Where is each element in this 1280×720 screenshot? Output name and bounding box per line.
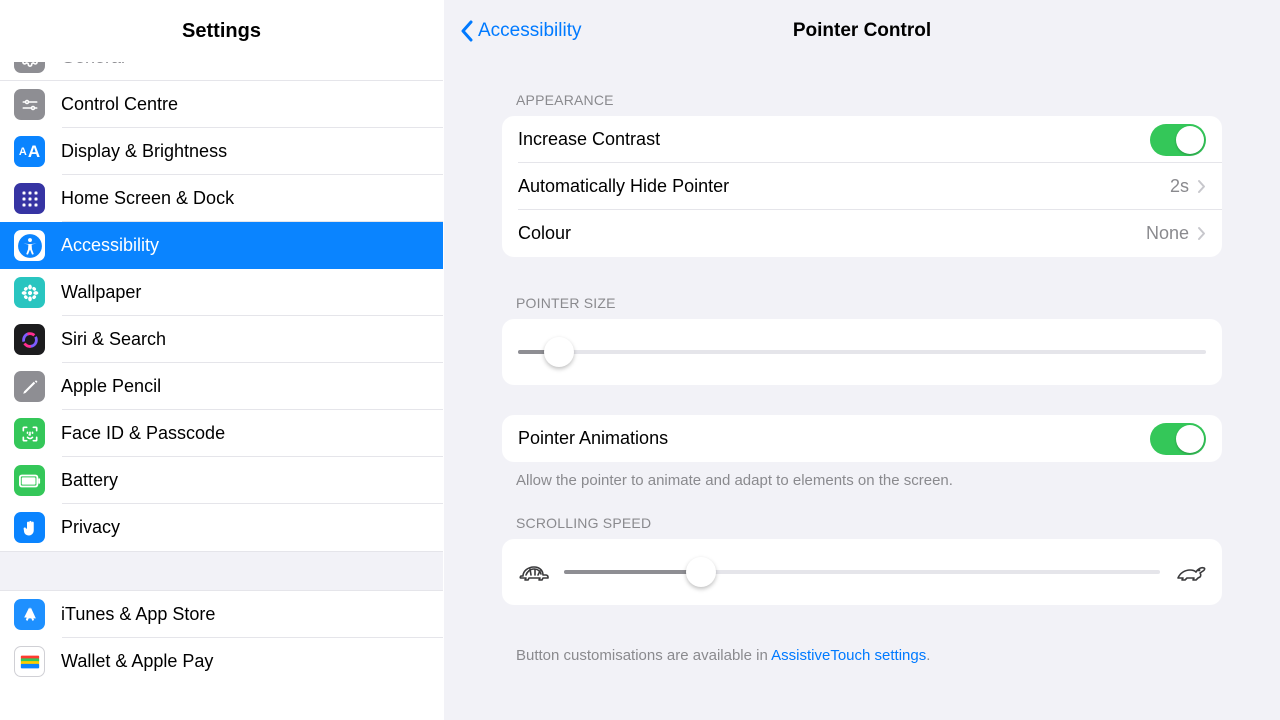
- sidebar-item-siri[interactable]: Siri & Search: [0, 316, 443, 363]
- sidebar-item-label: Wallet & Apple Pay: [61, 651, 213, 672]
- assistivetouch-footer: Button customisations are available in A…: [444, 605, 1280, 664]
- hand-icon: [14, 512, 45, 543]
- sidebar-item-label: Privacy: [61, 517, 120, 538]
- sidebar-item-label: Home Screen & Dock: [61, 188, 234, 209]
- section-header-pointer-size: POINTER SIZE: [444, 257, 1280, 319]
- row-auto-hide[interactable]: Automatically Hide Pointer 2s: [502, 163, 1222, 210]
- siri-icon: [14, 324, 45, 355]
- pointer-size-slider-card: [502, 319, 1222, 385]
- sidebar-item-battery[interactable]: Battery: [0, 457, 443, 504]
- row-colour[interactable]: Colour None: [502, 210, 1222, 257]
- row-value: 2s: [1170, 176, 1189, 197]
- accessibility-icon: [14, 230, 45, 261]
- sidebar: Settings General Control Centre: [0, 0, 444, 720]
- page-title: Pointer Control: [793, 20, 931, 42]
- hare-icon: [1174, 561, 1206, 583]
- sidebar-title: Settings: [0, 0, 443, 62]
- scrolling-speed-slider[interactable]: [564, 557, 1160, 587]
- section-header-scrolling: SCROLLING SPEED: [444, 489, 1280, 539]
- sidebar-item-label: Accessibility: [61, 235, 159, 256]
- footer-suffix: .: [926, 647, 930, 664]
- row-label: Colour: [518, 223, 1146, 244]
- gear-icon: [14, 62, 45, 73]
- back-button[interactable]: Accessibility: [456, 20, 581, 42]
- sidebar-item-control-centre[interactable]: Control Centre: [0, 81, 443, 128]
- section-header-appearance: APPEARANCE: [444, 62, 1280, 116]
- sidebar-item-label: Face ID & Passcode: [61, 423, 225, 444]
- tortoise-icon: [518, 561, 550, 583]
- assistivetouch-link[interactable]: AssistiveTouch settings: [771, 647, 926, 664]
- chevron-left-icon: [456, 20, 478, 42]
- sidebar-item-faceid[interactable]: Face ID & Passcode: [0, 410, 443, 457]
- chevron-right-icon: [1197, 179, 1206, 194]
- text-size-icon: AA: [14, 136, 45, 167]
- main-pane: Accessibility Pointer Control APPEARANCE…: [444, 0, 1280, 720]
- scrolling-slider-card: [502, 539, 1222, 605]
- sidebar-group-gap: [0, 551, 443, 591]
- sidebar-item-wallet[interactable]: Wallet & Apple Pay: [0, 638, 443, 685]
- sliders-icon: [14, 89, 45, 120]
- sidebar-item-label: Wallpaper: [61, 282, 141, 303]
- toggle-increase-contrast[interactable]: [1150, 124, 1206, 156]
- sidebar-list[interactable]: General Control Centre AA Display & Brig…: [0, 62, 443, 720]
- flower-icon: [14, 277, 45, 308]
- sidebar-item-label: Apple Pencil: [61, 376, 161, 397]
- sidebar-item-pencil[interactable]: Apple Pencil: [0, 363, 443, 410]
- row-label: Automatically Hide Pointer: [518, 176, 1170, 197]
- row-pointer-animations[interactable]: Pointer Animations: [502, 415, 1222, 462]
- faceid-icon: [14, 418, 45, 449]
- row-value: None: [1146, 223, 1189, 244]
- pencil-icon: [14, 371, 45, 402]
- sidebar-item-label: Battery: [61, 470, 118, 491]
- sidebar-item-general[interactable]: General: [0, 62, 443, 81]
- battery-icon: [14, 465, 45, 496]
- sidebar-item-label: Siri & Search: [61, 329, 166, 350]
- sidebar-item-home[interactable]: Home Screen & Dock: [0, 175, 443, 222]
- appearance-card: Increase Contrast Automatically Hide Poi…: [502, 116, 1222, 257]
- footer-prefix: Button customisations are available in: [516, 647, 771, 664]
- main-header: Accessibility Pointer Control: [444, 0, 1280, 62]
- row-label: Increase Contrast: [518, 129, 1150, 150]
- sidebar-item-label: Display & Brightness: [61, 141, 227, 162]
- sidebar-item-itunes[interactable]: iTunes & App Store: [0, 591, 443, 638]
- sidebar-item-label: iTunes & App Store: [61, 604, 215, 625]
- appstore-icon: [14, 599, 45, 630]
- grid-icon: [14, 183, 45, 214]
- sidebar-item-accessibility[interactable]: Accessibility: [0, 222, 443, 269]
- row-label: Pointer Animations: [518, 428, 1150, 449]
- sidebar-item-display[interactable]: AA Display & Brightness: [0, 128, 443, 175]
- sidebar-item-label: Control Centre: [61, 94, 178, 115]
- back-label: Accessibility: [478, 20, 581, 42]
- pointer-animations-footer: Allow the pointer to animate and adapt t…: [444, 462, 1280, 489]
- pointer-animations-card: Pointer Animations: [502, 415, 1222, 462]
- wallet-icon: [14, 646, 45, 677]
- sidebar-item-privacy[interactable]: Privacy: [0, 504, 443, 551]
- sidebar-item-label: General: [61, 62, 125, 68]
- pointer-size-slider[interactable]: [518, 337, 1206, 367]
- toggle-pointer-animations[interactable]: [1150, 423, 1206, 455]
- row-increase-contrast[interactable]: Increase Contrast: [502, 116, 1222, 163]
- chevron-right-icon: [1197, 226, 1206, 241]
- sidebar-item-wallpaper[interactable]: Wallpaper: [0, 269, 443, 316]
